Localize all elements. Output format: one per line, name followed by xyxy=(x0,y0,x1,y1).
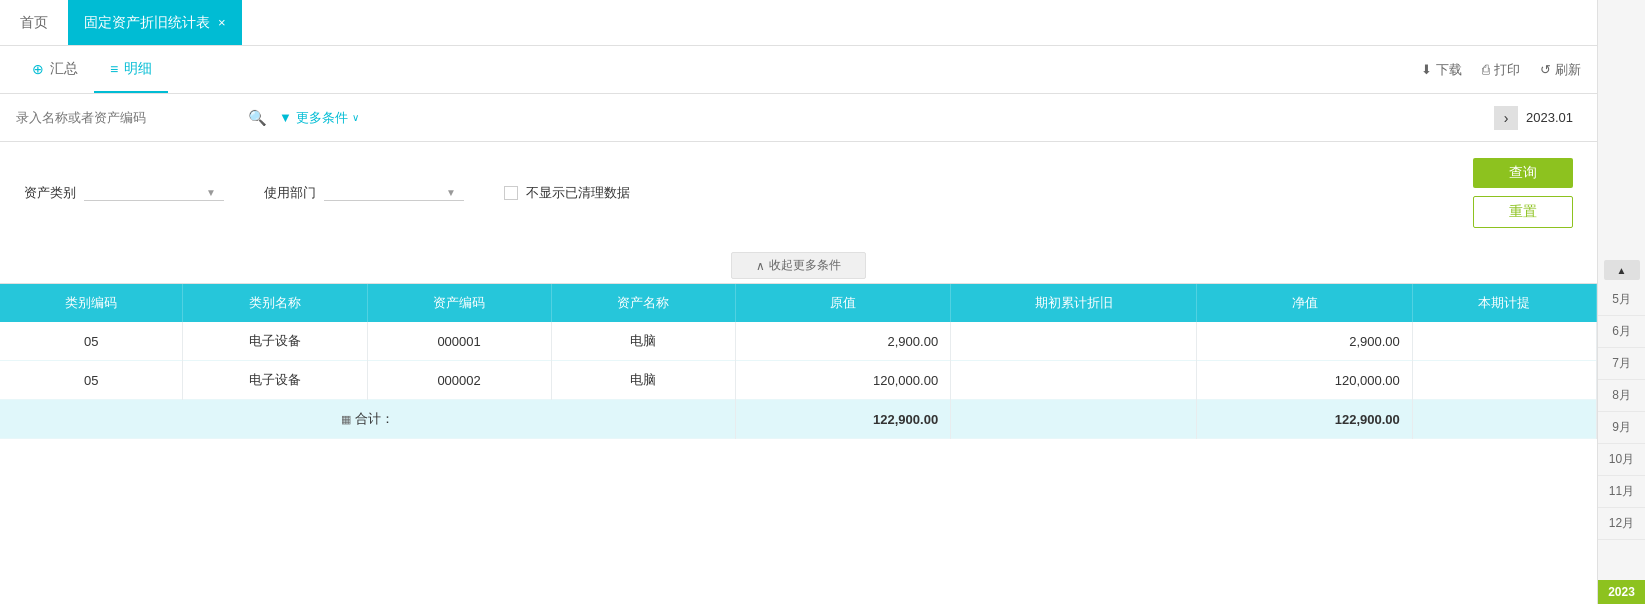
department-arrow-icon: ▼ xyxy=(446,187,456,198)
cell-category-name: 电子设备 xyxy=(183,361,367,400)
col-category-code: 类别编码 xyxy=(0,284,183,322)
collapse-label: 收起更多条件 xyxy=(769,257,841,274)
collapse-chevron-icon: ∧ xyxy=(756,259,765,273)
month-item[interactable]: 9月 xyxy=(1598,412,1646,444)
department-filter: 使用部门 ▼ xyxy=(264,184,464,202)
department-select[interactable]: ▼ xyxy=(324,185,464,201)
month-item[interactable]: 7月 xyxy=(1598,348,1646,380)
total-net-value: 122,900.00 xyxy=(1197,400,1412,439)
hide-cleared-checkbox[interactable] xyxy=(504,186,518,200)
cell-net-value: 120,000.00 xyxy=(1197,361,1412,400)
month-item[interactable]: 8月 xyxy=(1598,380,1646,412)
search-input[interactable] xyxy=(16,110,236,125)
cell-asset-code: 000001 xyxy=(367,322,551,361)
hide-cleared-label: 不显示已清理数据 xyxy=(526,184,630,202)
cell-current-period xyxy=(1412,361,1596,400)
refresh-button[interactable]: ↺ 刷新 xyxy=(1540,61,1581,79)
total-row: ▦合计： 122,900.00 122,900.00 xyxy=(0,400,1597,439)
col-asset-name: 资产名称 xyxy=(551,284,735,322)
query-button[interactable]: 查询 xyxy=(1473,158,1573,188)
print-icon: ⎙ xyxy=(1482,62,1490,77)
cell-original-value: 2,900.00 xyxy=(735,322,950,361)
table-row: 05 电子设备 000002 电脑 120,000.00 120,000.00 xyxy=(0,361,1597,400)
cell-asset-name: 电脑 xyxy=(551,361,735,400)
month-item[interactable]: 5月 xyxy=(1598,284,1646,316)
summary-icon: ⊕ xyxy=(32,61,44,77)
cell-asset-code: 000002 xyxy=(367,361,551,400)
month-item[interactable]: 12月 xyxy=(1598,508,1646,540)
print-label: 打印 xyxy=(1494,61,1520,79)
col-asset-code: 资产编码 xyxy=(367,284,551,322)
filter-chevron-icon: ∨ xyxy=(352,112,359,123)
date-display: 2023.01 xyxy=(1518,110,1581,125)
download-label: 下载 xyxy=(1436,61,1462,79)
detail-icon: ≡ xyxy=(110,61,118,77)
refresh-label: 刷新 xyxy=(1555,61,1581,79)
col-current-period: 本期计提 xyxy=(1412,284,1596,322)
scroll-up-button[interactable]: ▲ xyxy=(1604,260,1640,280)
col-original-value: 原值 xyxy=(735,284,950,322)
tab-detail[interactable]: ≡ 明细 xyxy=(94,46,168,93)
download-button[interactable]: ⬇ 下载 xyxy=(1421,61,1462,79)
active-tab[interactable]: 固定资产折旧统计表 × xyxy=(68,0,242,45)
asset-type-arrow-icon: ▼ xyxy=(206,187,216,198)
cell-category-code: 05 xyxy=(0,322,183,361)
refresh-icon: ↺ xyxy=(1540,62,1551,77)
month-item[interactable]: 6月 xyxy=(1598,316,1646,348)
filter-icon: ▼ xyxy=(279,110,292,125)
table-row: 05 电子设备 000001 电脑 2,900.00 2,900.00 xyxy=(0,322,1597,361)
cell-accumulated-depreciation xyxy=(951,361,1197,400)
tab-close-icon[interactable]: × xyxy=(218,15,226,30)
col-net-value: 净值 xyxy=(1197,284,1412,322)
cell-category-code: 05 xyxy=(0,361,183,400)
total-original-value: 122,900.00 xyxy=(735,400,950,439)
total-accumulated-depreciation xyxy=(951,400,1197,439)
download-icon: ⬇ xyxy=(1421,62,1432,77)
asset-type-select[interactable]: ▼ xyxy=(84,185,224,201)
year-badge: 2023 xyxy=(1598,580,1646,604)
cell-net-value: 2,900.00 xyxy=(1197,322,1412,361)
asset-type-filter: 资产类别 ▼ xyxy=(24,184,224,202)
cell-current-period xyxy=(1412,322,1596,361)
cell-accumulated-depreciation xyxy=(951,322,1197,361)
detail-tab-label: 明细 xyxy=(124,60,152,78)
hide-cleared-filter: 不显示已清理数据 xyxy=(504,184,630,202)
date-nav-arrow-left[interactable]: › xyxy=(1494,106,1518,130)
collapse-button[interactable]: ∧ 收起更多条件 xyxy=(731,252,866,279)
reset-button[interactable]: 重置 xyxy=(1473,196,1573,228)
tab-summary[interactable]: ⊕ 汇总 xyxy=(16,46,94,93)
month-item[interactable]: 10月 xyxy=(1598,444,1646,476)
col-accumulated-depreciation: 期初累计折旧 xyxy=(951,284,1197,322)
home-tab[interactable]: 首页 xyxy=(0,0,68,45)
summary-tab-label: 汇总 xyxy=(50,60,78,78)
month-item[interactable]: 11月 xyxy=(1598,476,1646,508)
cell-asset-name: 电脑 xyxy=(551,322,735,361)
search-icon[interactable]: 🔍 xyxy=(248,109,267,127)
cell-category-name: 电子设备 xyxy=(183,322,367,361)
asset-type-label: 资产类别 xyxy=(24,184,76,202)
filter-label: 更多条件 xyxy=(296,109,348,127)
tab-label: 固定资产折旧统计表 xyxy=(84,14,210,32)
cell-original-value: 120,000.00 xyxy=(735,361,950,400)
print-button[interactable]: ⎙ 打印 xyxy=(1482,61,1520,79)
department-label: 使用部门 xyxy=(264,184,316,202)
more-filter-button[interactable]: ▼ 更多条件 ∨ xyxy=(279,109,359,127)
col-category-name: 类别名称 xyxy=(183,284,367,322)
total-label: ▦合计： xyxy=(0,400,735,439)
total-current-period xyxy=(1412,400,1596,439)
